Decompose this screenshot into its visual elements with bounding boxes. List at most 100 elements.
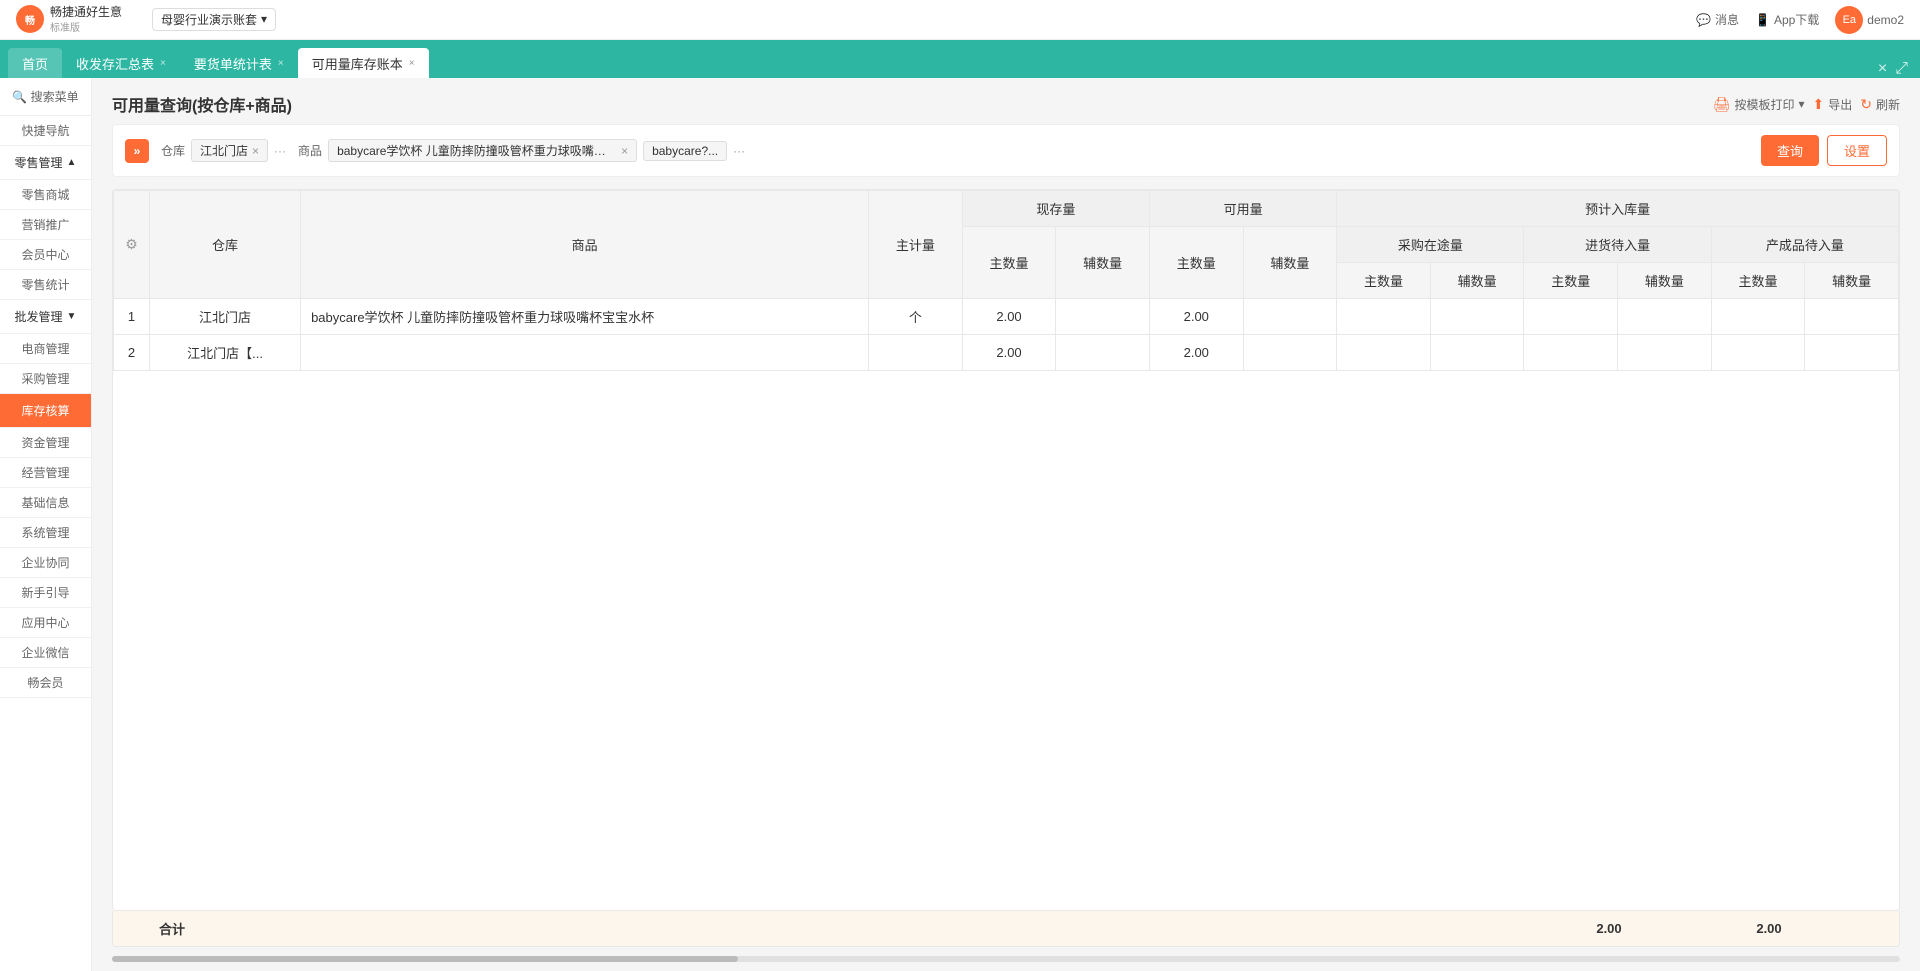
th-stock-aux: 辅数量 bbox=[1056, 227, 1150, 299]
product1-remove-icon[interactable]: × bbox=[621, 144, 628, 158]
sidebar-item-yingyong[interactable]: 应用中心 bbox=[0, 608, 91, 638]
th-stock-label: 现存量 bbox=[1036, 202, 1075, 217]
sidebar-item-quick-nav[interactable]: 快捷导航 bbox=[0, 116, 91, 146]
cell-product: babycare学饮杯 儿童防摔防撞吸管杯重力球吸嘴杯宝宝水杯 bbox=[301, 299, 869, 335]
print-btn[interactable]: 🖨 按模板打印 ▾ bbox=[1713, 96, 1805, 113]
table-row: 1 江北门店 babycare学饮杯 儿童防摔防撞吸管杯重力球吸嘴杯宝宝水杯 个… bbox=[114, 299, 1899, 335]
th-purchase-main: 主数量 bbox=[1337, 263, 1431, 299]
sidebar-item-pifa[interactable]: 批发管理 ▼ bbox=[0, 300, 91, 334]
chevron-icon-lingxiao: ▲ bbox=[67, 157, 77, 168]
sidebar-label-dianshang: 电商管理 bbox=[21, 342, 69, 356]
sidebar-item-jingying[interactable]: 经营管理 bbox=[0, 458, 91, 488]
th-main-unit: 主计量 bbox=[869, 191, 963, 299]
sidebar-item-zijin[interactable]: 资金管理 bbox=[0, 428, 91, 458]
cell-stock-main: 2.00 bbox=[962, 299, 1056, 335]
th-available: 可用量 bbox=[1149, 191, 1336, 227]
sidebar-item-kucun[interactable]: 库存核算 bbox=[0, 394, 91, 428]
filter-bar: » 仓库 江北门店 × ··· 商品 babycare学饮杯 儿童防摔防撞吸管杯… bbox=[112, 124, 1900, 177]
cell-warehouse: 江北门店【... bbox=[150, 335, 301, 371]
logo-text-area: 畅捷通好生意 标准版 bbox=[50, 5, 122, 34]
sidebar-search[interactable]: 🔍 搜索菜单 bbox=[0, 78, 91, 116]
product-more-icon[interactable]: ··· bbox=[733, 144, 745, 158]
top-bar: 畅 畅捷通好生意 标准版 母婴行业演示账套 ▾ 💬 消息 📱 App下载 Ea … bbox=[0, 0, 1920, 40]
column-settings-icon[interactable]: ⚙ bbox=[125, 236, 138, 252]
th-planned-label: 预计入库量 bbox=[1585, 202, 1650, 217]
sidebar-item-jichu[interactable]: 基础信息 bbox=[0, 488, 91, 518]
th-product-label: 商品 bbox=[572, 238, 598, 253]
close-shoufacun-icon[interactable]: × bbox=[160, 58, 166, 69]
scroll-bar-track[interactable] bbox=[112, 956, 1900, 962]
tab-shoufacun[interactable]: 收发存汇总表 × bbox=[62, 48, 180, 78]
cell-stock-aux bbox=[1056, 299, 1150, 335]
app-download-btn[interactable]: 📱 App下载 bbox=[1755, 11, 1819, 28]
scroll-bar-area[interactable] bbox=[112, 951, 1900, 967]
refresh-btn[interactable]: ↻ 刷新 bbox=[1860, 96, 1900, 113]
data-table: ⚙ 仓库 商品 主计量 现存量 bbox=[113, 190, 1899, 371]
store-selector[interactable]: 母婴行业演示账套 ▾ bbox=[152, 8, 276, 31]
th-purchase-aux: 辅数量 bbox=[1430, 263, 1524, 299]
search-label: 搜索菜单 bbox=[31, 90, 79, 104]
cell-avail-aux bbox=[1243, 299, 1337, 335]
user-area[interactable]: Ea demo2 bbox=[1835, 6, 1904, 34]
avatar: Ea bbox=[1835, 6, 1863, 34]
sidebar-item-qiye-weixin[interactable]: 企业微信 bbox=[0, 638, 91, 668]
keyongliang-tab-label: 可用量库存账本 bbox=[312, 54, 403, 73]
message-icon: 💬 bbox=[1696, 13, 1711, 27]
close-all-tabs-icon[interactable]: × bbox=[1878, 60, 1887, 78]
page-header: 可用量查询(按仓库+商品) 🖨 按模板打印 ▾ ⬆ 导出 ↻ 刷新 bbox=[92, 78, 1920, 124]
product-tag2[interactable]: babycare?... bbox=[643, 141, 727, 161]
export-btn[interactable]: ⬆ 导出 bbox=[1813, 96, 1853, 113]
settings-button[interactable]: 设置 bbox=[1827, 135, 1887, 166]
sidebar-item-qiye-xietong[interactable]: 企业协同 bbox=[0, 548, 91, 578]
sidebar-label-chang-huiyuan: 畅会员 bbox=[27, 676, 63, 690]
close-keyongliang-icon[interactable]: × bbox=[409, 58, 415, 69]
tab-yaohuo[interactable]: 要货单统计表 × bbox=[180, 48, 298, 78]
sidebar-item-shangcheng[interactable]: 零售商城 bbox=[0, 180, 91, 210]
sidebar-item-xitong[interactable]: 系统管理 bbox=[0, 518, 91, 548]
sidebar-label-zijin: 资金管理 bbox=[21, 436, 69, 450]
quick-nav-label: 快捷导航 bbox=[21, 124, 69, 138]
close-yaohuo-icon[interactable]: × bbox=[278, 58, 284, 69]
sidebar-label-yingyong: 应用中心 bbox=[21, 616, 69, 630]
sidebar-label-caigou: 采购管理 bbox=[21, 372, 69, 386]
query-button[interactable]: 查询 bbox=[1761, 135, 1819, 166]
sidebar-item-lingxiao[interactable]: 零售管理 ▲ bbox=[0, 146, 91, 180]
logo-area: 畅 畅捷通好生意 标准版 bbox=[16, 5, 122, 34]
tab-home[interactable]: 首页 bbox=[8, 48, 62, 78]
sidebar-item-caigou[interactable]: 采购管理 bbox=[0, 364, 91, 394]
th-produced-aux: 辅数量 bbox=[1805, 263, 1899, 299]
home-tab-label: 首页 bbox=[22, 54, 48, 73]
sidebar: 🔍 搜索菜单 快捷导航 零售管理 ▲ 零售商城 营销推广 会员中心 零售统计 批… bbox=[0, 78, 92, 971]
sidebar-item-yingxiao[interactable]: 营销推广 bbox=[0, 210, 91, 240]
footer-label: 合计 bbox=[159, 919, 239, 938]
table-footer: 合计 2.00 2.00 bbox=[112, 911, 1900, 947]
refresh-icon: ↻ bbox=[1860, 96, 1872, 113]
sidebar-item-huiyuan[interactable]: 会员中心 bbox=[0, 240, 91, 270]
sidebar-label-kucun: 库存核算 bbox=[21, 402, 69, 419]
sidebar-label-xinshou: 新手引导 bbox=[21, 586, 69, 600]
footer-avail-total: 2.00 bbox=[1729, 921, 1809, 936]
warehouse-remove-icon[interactable]: × bbox=[252, 144, 259, 158]
main-layout: 🔍 搜索菜单 快捷导航 零售管理 ▲ 零售商城 营销推广 会员中心 零售统计 批… bbox=[0, 78, 1920, 971]
table-row: 2 江北门店【... 2.00 2.00 bbox=[114, 335, 1899, 371]
tab-keyongliang[interactable]: 可用量库存账本 × bbox=[298, 48, 429, 78]
shoufacun-tab-label: 收发存汇总表 bbox=[76, 54, 154, 73]
cell-incoming-aux bbox=[1618, 299, 1712, 335]
product-tag1[interactable]: babycare学饮杯 儿童防摔防撞吸管杯重力球吸嘴杯宝宝水杯 × bbox=[328, 139, 637, 162]
scroll-bar-thumb[interactable] bbox=[112, 956, 738, 962]
sidebar-label-yingxiao: 营销推广 bbox=[21, 218, 69, 232]
sidebar-item-lingxiao-tj[interactable]: 零售统计 bbox=[0, 270, 91, 300]
filter-toggle-btn[interactable]: » bbox=[125, 139, 149, 163]
message-btn[interactable]: 💬 消息 bbox=[1696, 11, 1739, 28]
fullscreen-icon[interactable]: ⤢ bbox=[1895, 60, 1908, 78]
warehouse-more-icon[interactable]: ··· bbox=[274, 144, 286, 158]
sidebar-item-chang-huiyuan[interactable]: 畅会员 bbox=[0, 668, 91, 698]
sidebar-label-lingxiao: 零售管理 bbox=[15, 154, 63, 171]
sidebar-item-xinshou[interactable]: 新手引导 bbox=[0, 578, 91, 608]
footer-stock-total: 2.00 bbox=[1569, 921, 1649, 936]
th-avail-label: 可用量 bbox=[1224, 202, 1263, 217]
sidebar-item-dianshang[interactable]: 电商管理 bbox=[0, 334, 91, 364]
cell-index: 2 bbox=[114, 335, 150, 371]
warehouse-tag[interactable]: 江北门店 × bbox=[191, 139, 268, 162]
warehouse-filter: 仓库 江北门店 × ··· bbox=[161, 139, 286, 162]
